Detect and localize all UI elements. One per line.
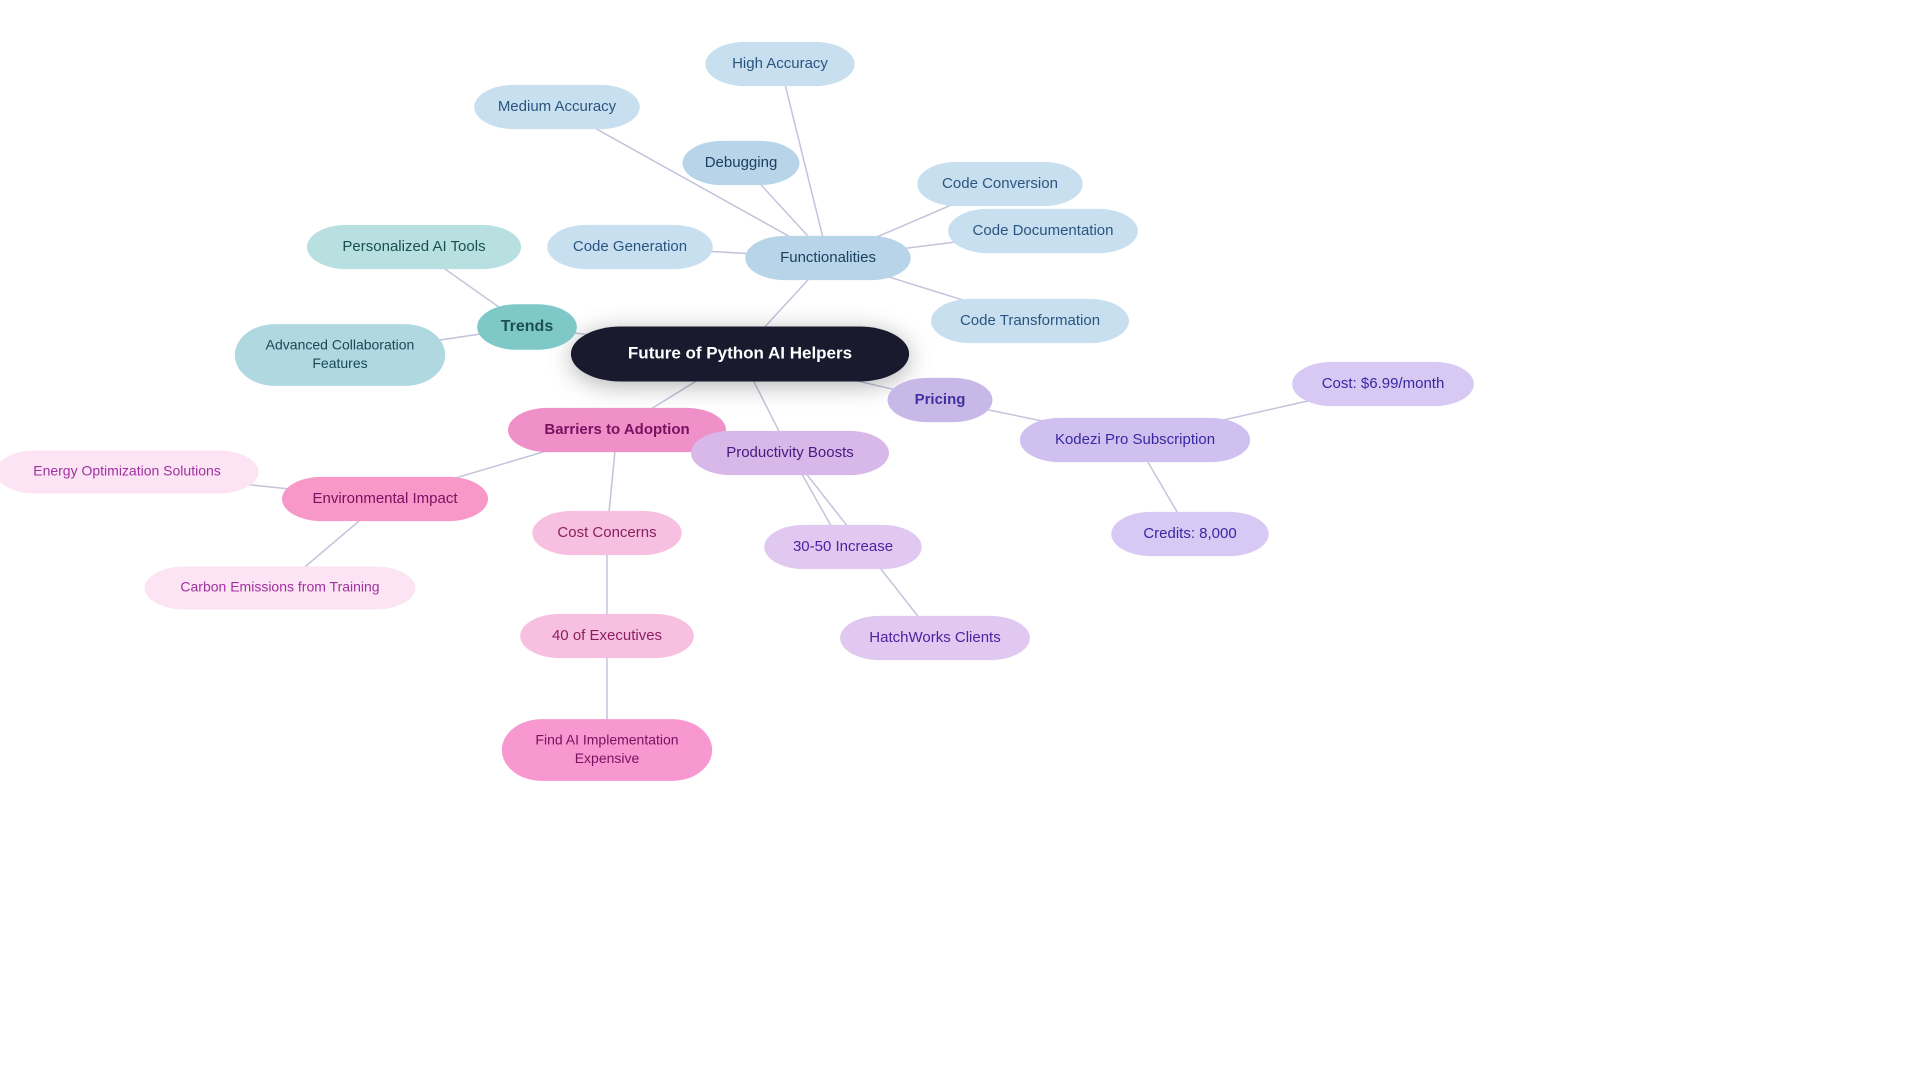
node-label-advanced_collab: Advanced Collaboration <box>266 336 415 352</box>
node-label-debugging: Debugging <box>705 154 778 171</box>
node-cost_concerns[interactable]: Cost Concerns <box>532 511 681 555</box>
node-label-kodezi_pro: Kodezi Pro Subscription <box>1055 431 1215 448</box>
node-label-increase_30_50: 30-50 Increase <box>793 538 893 555</box>
node-personalized_ai[interactable]: Personalized AI Tools <box>307 225 521 269</box>
node-label-40_executives: 40 of Executives <box>552 627 662 644</box>
node-label-productivity: Productivity Boosts <box>726 444 854 461</box>
node-carbon_emissions[interactable]: Carbon Emissions from Training <box>145 567 416 610</box>
node-debugging[interactable]: Debugging <box>683 141 800 185</box>
node-productivity[interactable]: Productivity Boosts <box>691 431 889 475</box>
node-label-find_expensive: Find AI Implementation <box>535 731 678 747</box>
node-advanced_collab[interactable]: Advanced Collaboration Features <box>235 324 445 386</box>
node-hatchworks[interactable]: HatchWorks Clients <box>840 616 1030 660</box>
node-label-find_expensive: Expensive <box>575 750 640 766</box>
node-code_conversion[interactable]: Code Conversion <box>917 162 1083 206</box>
node-medium_accuracy[interactable]: Medium Accuracy <box>474 85 640 129</box>
mindmap-canvas: Future of Python AI Helpers Functionaliti… <box>0 0 1920 1083</box>
node-label-cost_month: Cost: $6.99/month <box>1322 375 1445 392</box>
node-label-code_generation: Code Generation <box>573 238 687 255</box>
node-label-pricing: Pricing <box>915 391 966 408</box>
node-center[interactable]: Future of Python AI Helpers <box>571 327 909 382</box>
node-high_accuracy[interactable]: High Accuracy <box>705 42 854 86</box>
node-code_transformation[interactable]: Code Transformation <box>931 299 1129 343</box>
node-label-trends: Trends <box>501 318 554 335</box>
node-credits[interactable]: Credits: 8,000 <box>1111 512 1268 556</box>
node-label-hatchworks: HatchWorks Clients <box>869 629 1000 646</box>
node-label-barriers: Barriers to Adoption <box>544 421 689 438</box>
node-label-cost_concerns: Cost Concerns <box>557 524 656 541</box>
node-40_executives[interactable]: 40 of Executives <box>520 614 694 658</box>
node-label-center: Future of Python AI Helpers <box>628 343 852 362</box>
node-label-high_accuracy: High Accuracy <box>732 55 828 72</box>
node-find_expensive[interactable]: Find AI Implementation Expensive <box>502 719 712 781</box>
node-trends[interactable]: Trends <box>477 304 577 350</box>
node-code_generation[interactable]: Code Generation <box>547 225 713 269</box>
node-functionalities[interactable]: Functionalities <box>745 236 911 280</box>
node-label-personalized_ai: Personalized AI Tools <box>342 238 485 255</box>
node-label-medium_accuracy: Medium Accuracy <box>498 98 617 115</box>
node-label-code_documentation: Code Documentation <box>973 222 1114 239</box>
node-label-advanced_collab: Features <box>312 355 367 371</box>
node-energy_opt[interactable]: Energy Optimization Solutions <box>0 451 259 494</box>
node-cost_month[interactable]: Cost: $6.99/month <box>1292 362 1474 406</box>
node-label-code_conversion: Code Conversion <box>942 175 1058 192</box>
node-label-credits: Credits: 8,000 <box>1143 525 1236 542</box>
node-code_documentation[interactable]: Code Documentation <box>948 209 1138 253</box>
node-pricing[interactable]: Pricing <box>888 378 993 422</box>
node-label-environmental: Environmental Impact <box>312 490 458 507</box>
node-kodezi_pro[interactable]: Kodezi Pro Subscription <box>1020 418 1250 462</box>
node-label-functionalities: Functionalities <box>780 249 876 266</box>
node-barriers[interactable]: Barriers to Adoption <box>508 408 726 452</box>
node-environmental[interactable]: Environmental Impact <box>282 477 488 521</box>
node-label-code_transformation: Code Transformation <box>960 312 1100 329</box>
node-increase_30_50[interactable]: 30-50 Increase <box>764 525 921 569</box>
node-label-energy_opt: Energy Optimization Solutions <box>33 463 221 479</box>
node-label-carbon_emissions: Carbon Emissions from Training <box>180 579 379 595</box>
